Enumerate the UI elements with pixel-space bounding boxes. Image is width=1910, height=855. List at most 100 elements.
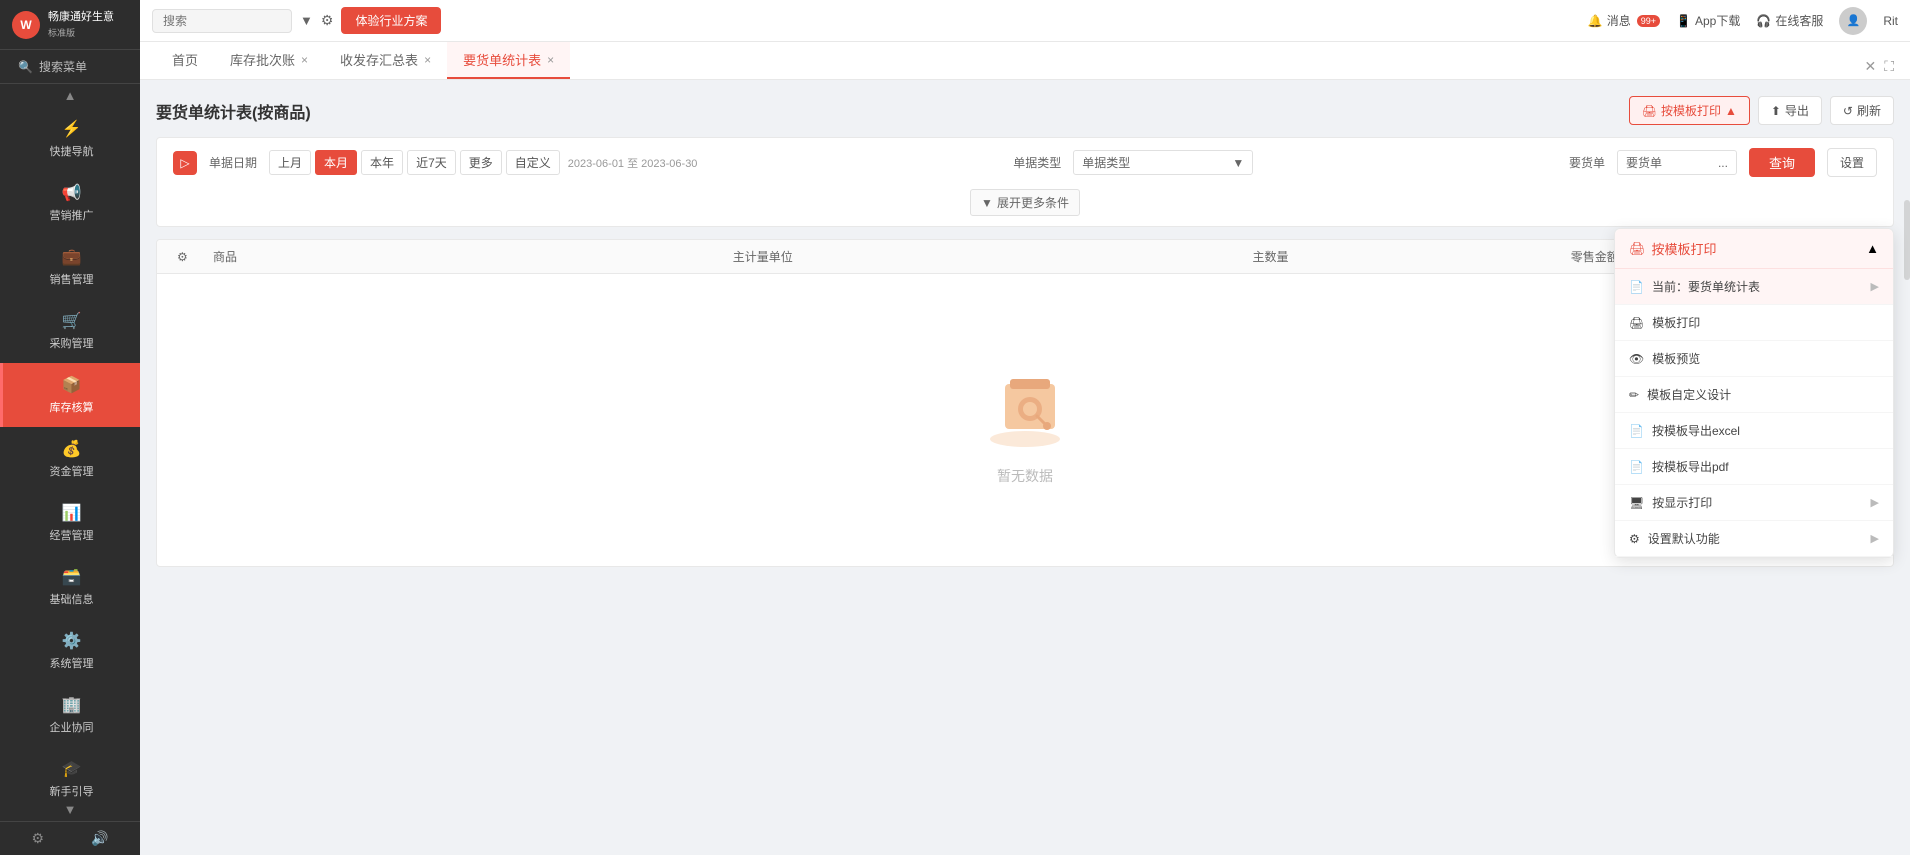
date-btn-this-year[interactable]: 本年: [361, 150, 403, 175]
headset-icon: 🎧: [1756, 14, 1771, 28]
goods-type-select[interactable]: 要货单 ...: [1617, 150, 1737, 175]
sidebar-scroll-up[interactable]: ▲: [0, 84, 140, 107]
sidebar-item-basic[interactable]: 🗃️ 基础信息: [0, 555, 140, 619]
settings-button[interactable]: 设置: [1827, 148, 1877, 177]
sidebar-item-label: 快捷导航: [50, 143, 94, 159]
trial-button[interactable]: 体验行业方案: [341, 7, 441, 34]
sidebar-bottom: ⚙ 🔊: [0, 821, 140, 855]
page-content: 要货单统计表(按商品) 🖨 按模板打印 ▲ ⬆ 导出 ↺ 刷新: [140, 80, 1910, 855]
tab-receivable-summary[interactable]: 收发存汇总表 ×: [324, 42, 447, 79]
dropdown-item-template-design[interactable]: ✏ 模板自定义设计: [1615, 377, 1893, 413]
dropdown-item-set-default[interactable]: ⚙ 设置默认功能 ▶: [1615, 521, 1893, 557]
inventory-icon: 📦: [62, 375, 82, 395]
sidebar-search[interactable]: 🔍 搜索菜单: [0, 50, 140, 84]
date-btn-7days[interactable]: 近7天: [407, 150, 456, 175]
tab-receivable-summary-close[interactable]: ×: [424, 53, 431, 67]
enterprise-icon: 🏢: [62, 695, 82, 715]
print-template-label: 按模板打印: [1661, 102, 1721, 119]
window-close-icon[interactable]: ✕: [1864, 58, 1876, 75]
scrollbar-indicator[interactable]: [1904, 200, 1910, 280]
type-filter-placeholder: 单据类型: [1082, 154, 1130, 171]
app-name: 畅康通好生意: [48, 10, 114, 25]
display-print-label: 按显示打印: [1652, 494, 1712, 511]
settings-col-icon[interactable]: ⚙: [177, 250, 188, 264]
filter-expand-icon[interactable]: ▷: [173, 151, 197, 175]
window-expand-icon[interactable]: ⛶: [1884, 58, 1894, 75]
topbar: ▼ ⚙ 体验行业方案 🔔 消息 99+ 📱 App下载 🎧 在线客服 👤 Rit: [140, 0, 1910, 42]
purchase-icon: 🛒: [62, 311, 82, 331]
sidebar-item-enterprise[interactable]: 🏢 企业协同: [0, 683, 140, 747]
sidebar-item-finance[interactable]: 💰 资金管理: [0, 427, 140, 491]
tab-inventory-batch-label: 库存批次账: [230, 50, 295, 69]
date-btn-last-month[interactable]: 上月: [269, 150, 311, 175]
filter-row-expand: ▼ 展开更多条件: [173, 181, 1877, 216]
sidebar-item-marketing[interactable]: 📢 营销推广: [0, 171, 140, 235]
th-unit: 主计量单位: [725, 248, 1245, 265]
refresh-icon: ↺: [1843, 104, 1853, 118]
tab-order-summary-close[interactable]: ×: [547, 53, 554, 67]
sidebar-item-shortcut[interactable]: ⚡ 快捷导航: [0, 107, 140, 171]
date-btn-more[interactable]: 更多: [460, 150, 502, 175]
template-preview-label: 模板预览: [1652, 350, 1700, 367]
dropdown-item-template-excel[interactable]: 📄 按模板导出excel: [1615, 413, 1893, 449]
sidebar-item-sales[interactable]: 💼 销售管理: [0, 235, 140, 299]
tab-receivable-summary-label: 收发存汇总表: [340, 50, 418, 69]
dropdown-chevron-up-icon[interactable]: ▲: [1866, 241, 1879, 256]
date-buttons: 上月 本月 本年 近7天 更多 自定义 2023-06-01 至 2023-06…: [269, 150, 697, 175]
avatar[interactable]: 👤: [1839, 7, 1867, 35]
tabs-bar: 首页 库存批次账 × 收发存汇总表 × 要货单统计表 × ✕ ⛶: [140, 42, 1910, 80]
marketing-icon: 📢: [62, 183, 82, 203]
dropdown-item-current-template[interactable]: 📄 当前：要货单统计表 ▶: [1615, 269, 1893, 305]
dropdown-item-display-print[interactable]: 🖥 按显示打印 ▶: [1615, 485, 1893, 521]
refresh-button[interactable]: ↺ 刷新: [1830, 96, 1894, 125]
dropdown-item-template-pdf[interactable]: 📄 按模板导出pdf: [1615, 449, 1893, 485]
type-filter-select[interactable]: 单据类型 ▼: [1073, 150, 1253, 175]
sidebar-item-inventory[interactable]: 📦 库存核算: [0, 363, 140, 427]
set-default-chevron: ▶: [1871, 532, 1879, 545]
expand-conditions-button[interactable]: ▼ 展开更多条件: [970, 189, 1080, 216]
goods-type-value: 要货单: [1626, 154, 1662, 171]
export-icon: ⬆: [1771, 104, 1781, 118]
tab-home[interactable]: 首页: [156, 42, 214, 79]
page-title: 要货单统计表(按商品): [156, 99, 311, 123]
sidebar-item-label: 系统管理: [50, 655, 94, 671]
date-btn-this-month[interactable]: 本月: [315, 150, 357, 175]
th-qty: 主数量: [1245, 248, 1563, 265]
window-controls: ✕ ⛶: [1864, 58, 1894, 79]
tab-inventory-batch-close[interactable]: ×: [301, 53, 308, 67]
sidebar-scroll-down[interactable]: ▼: [0, 798, 140, 821]
logo-text-block: 畅康通好生意 标准版: [48, 10, 114, 38]
print-template-button[interactable]: 🖨 按模板打印 ▲: [1629, 96, 1750, 125]
tab-inventory-batch[interactable]: 库存批次账 ×: [214, 42, 324, 79]
tab-home-label: 首页: [172, 50, 198, 69]
set-default-label: 设置默认功能: [1648, 530, 1720, 547]
tab-order-summary[interactable]: 要货单统计表 ×: [447, 42, 570, 79]
dropdown-item-template-preview[interactable]: 👁 模板预览: [1615, 341, 1893, 377]
dropdown-chevron-icon[interactable]: ▼: [300, 13, 313, 28]
sidebar-item-operations[interactable]: 📊 经营管理: [0, 491, 140, 555]
notice-group[interactable]: 🔔 消息 99+: [1588, 12, 1660, 29]
template-design-label: 模板自定义设计: [1647, 386, 1731, 403]
date-range-display: 2023-06-01 至 2023-06-30: [568, 155, 698, 171]
online-service-group[interactable]: 🎧 在线客服: [1756, 12, 1823, 29]
pdf-icon: 📄: [1629, 460, 1644, 474]
query-button[interactable]: 查询: [1749, 148, 1815, 177]
topbar-right: 🔔 消息 99+ 📱 App下载 🎧 在线客服 👤 Rit: [1588, 7, 1898, 35]
app-download-group[interactable]: 📱 App下载: [1676, 12, 1740, 29]
export-button[interactable]: ⬆ 导出: [1758, 96, 1822, 125]
speaker-icon[interactable]: 🔊: [91, 830, 108, 847]
date-btn-custom[interactable]: 自定义: [506, 150, 560, 175]
empty-text: 暂无数据: [997, 466, 1053, 486]
settings-icon[interactable]: ⚙: [32, 830, 45, 847]
topbar-gear-icon[interactable]: ⚙: [321, 12, 334, 29]
sidebar-item-purchase[interactable]: 🛒 采购管理: [0, 299, 140, 363]
dropdown-print-icon: 🖨: [1629, 241, 1646, 257]
system-icon: ⚙️: [62, 631, 82, 651]
header-actions: 🖨 按模板打印 ▲ ⬆ 导出 ↺ 刷新: [1629, 96, 1894, 125]
goods-type-label: 要货单: [1569, 154, 1605, 171]
sidebar-item-newbie[interactable]: 🎓 新手引导: [0, 747, 140, 798]
sidebar-item-system[interactable]: ⚙️ 系统管理: [0, 619, 140, 683]
date-filter-label: 单据日期: [209, 154, 257, 171]
topbar-search-input[interactable]: [152, 9, 292, 33]
dropdown-item-template-print[interactable]: 🖨 模板打印: [1615, 305, 1893, 341]
